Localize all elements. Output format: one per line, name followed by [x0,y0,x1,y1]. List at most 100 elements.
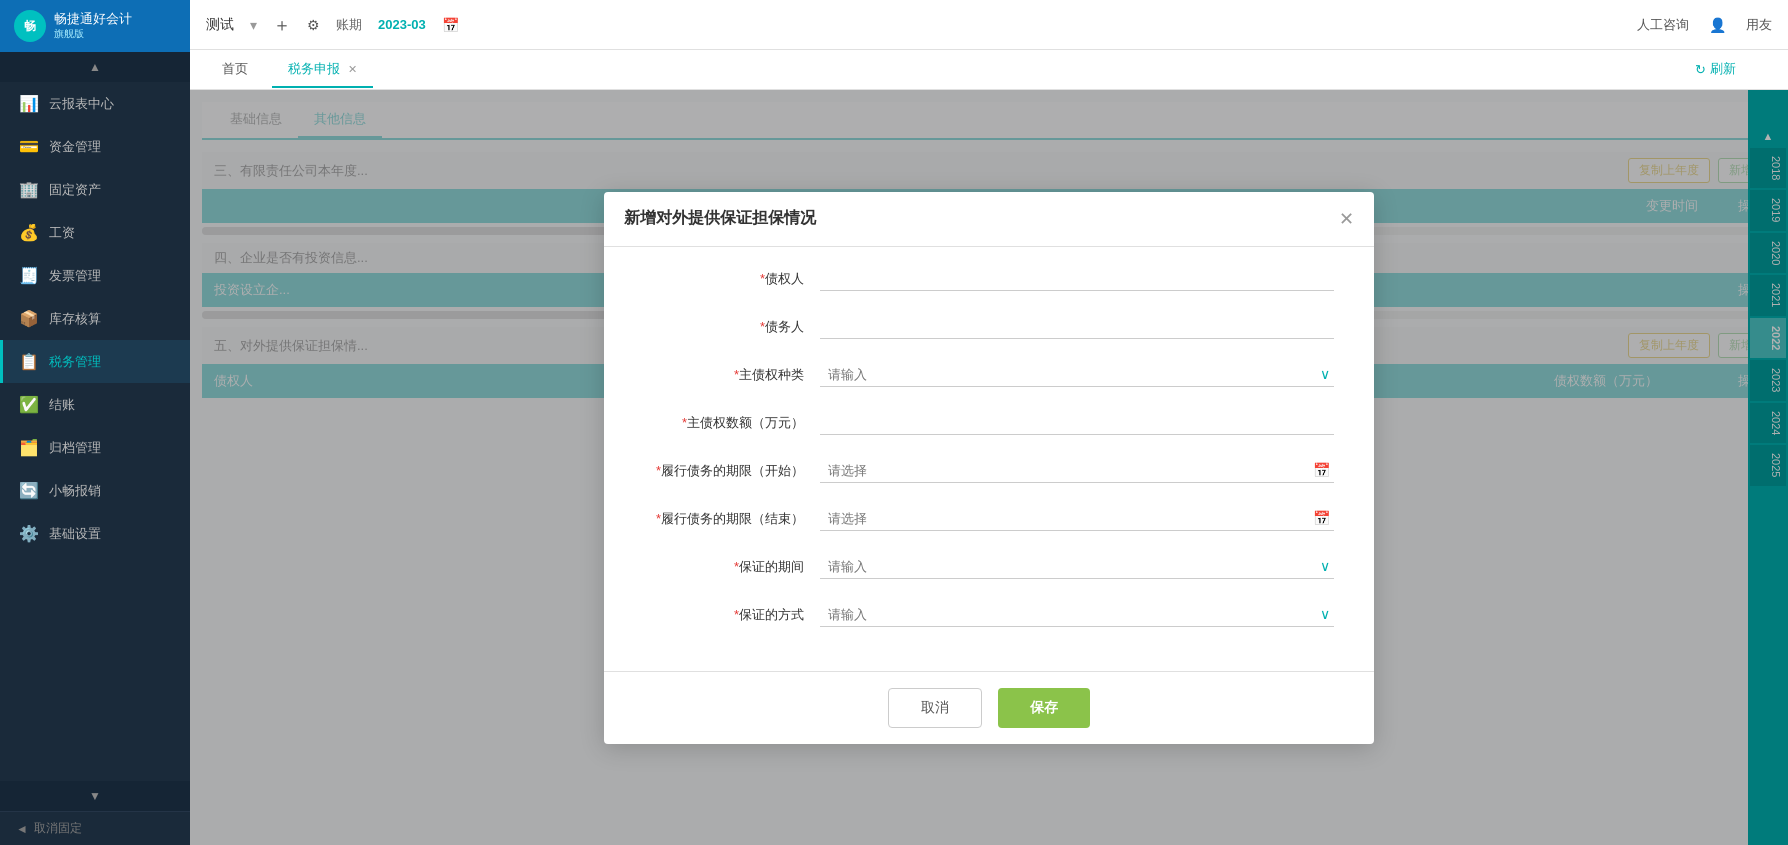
guidang-icon: 🗂️ [19,438,39,457]
sidebar-item-yunbaobiao[interactable]: 📊 云报表中心 [0,82,190,125]
form-row-start-date: *履行债务的期限（开始） 📅 [644,459,1334,483]
guarantee-period-select[interactable]: ∨ [820,555,1334,579]
form-row-guarantee-method: *保证的方式 ∨ [644,603,1334,627]
sidebar-item-label: 资金管理 [49,138,101,156]
debtor-input[interactable] [820,315,1334,339]
unpin-label: 取消固定 [34,820,82,837]
sidebar-scroll-down[interactable]: ▼ [0,781,190,811]
sidebar-item-label: 结账 [49,396,75,414]
sidebar-item-label: 工资 [49,224,75,242]
modal-overlay: 新增对外提供保证担保情况 ✕ *债权人 *债务人 [190,90,1788,845]
guarantee-period-label: *保证的期间 [644,558,804,576]
gudingzichan-icon: 🏢 [19,180,39,199]
sidebar-item-label: 基础设置 [49,525,101,543]
claim-type-select[interactable]: ∨ [820,363,1334,387]
logo-icon: 畅 [14,10,46,42]
sidebar-item-kucun[interactable]: 📦 库存核算 [0,297,190,340]
claim-type-chevron-icon[interactable]: ∨ [1320,366,1334,382]
claim-type-label: *主债权种类 [644,366,804,384]
sidebar-item-label: 发票管理 [49,267,101,285]
form-row-creditor: *债权人 [644,267,1334,291]
content-area: 基础信息 其他信息 三、有限责任公司本年度... 复制上年度 新增 变更时间 操… [190,90,1788,845]
unpin-icon: ◄ [16,822,28,836]
sidebar-item-fapiao[interactable]: 🧾 发票管理 [0,254,190,297]
shuiwu-icon: 📋 [19,352,39,371]
sidebar-logo: 畅 畅捷通好会计 旗舰版 [0,0,190,52]
gongzi-icon: 💰 [19,223,39,242]
creditor-label: *债权人 [644,270,804,288]
form-row-claim-amount: *主债权数额（万元） [644,411,1334,435]
gear-icon[interactable]: ⚙ [307,17,320,33]
sidebar-item-zijin[interactable]: 💳 资金管理 [0,125,190,168]
add-icon[interactable]: ＋ [273,13,291,37]
creditor-input[interactable] [820,267,1334,291]
modal-dialog: 新增对外提供保证担保情况 ✕ *债权人 *债务人 [604,192,1374,744]
tab-home[interactable]: 首页 [206,52,264,88]
start-date-calendar-icon[interactable]: 📅 [1313,462,1334,478]
sidebar-item-shuiwu[interactable]: 📋 税务管理 [0,340,190,383]
sidebar-item-gudingzichan[interactable]: 🏢 固定资产 [0,168,190,211]
start-date-picker[interactable]: 📅 [820,459,1334,483]
logo-badge: 旗舰版 [54,27,132,41]
jiezhang-icon: ✅ [19,395,39,414]
cancel-button[interactable]: 取消 [888,688,982,728]
end-date-input[interactable] [820,507,1313,530]
start-date-label: *履行债务的期限（开始） [644,462,804,480]
tab-shuiwushenji[interactable]: 税务申报 ✕ [272,52,373,88]
guarantee-period-input[interactable] [820,555,1320,578]
tab-close-icon[interactable]: ✕ [348,63,357,75]
modal-title: 新增对外提供保证担保情况 [624,208,816,229]
sidebar-item-label: 小畅报销 [49,482,101,500]
end-date-picker[interactable]: 📅 [820,507,1334,531]
end-date-label: *履行债务的期限（结束） [644,510,804,528]
refresh-button[interactable]: ↻ 刷新 [1695,60,1736,78]
claim-type-input[interactable] [820,363,1320,386]
debtor-label: *债务人 [644,318,804,336]
sidebar-item-gongzi[interactable]: 💰 工资 [0,211,190,254]
sidebar-scroll-up[interactable]: ▲ [0,52,190,82]
sidebar-nav: 📊 云报表中心 💳 资金管理 🏢 固定资产 💰 工资 🧾 发票管理 📦 库存核算… [0,82,190,781]
guarantee-method-select[interactable]: ∨ [820,603,1334,627]
guarantee-period-chevron-icon[interactable]: ∨ [1320,558,1334,574]
save-button[interactable]: 保存 [998,688,1090,728]
end-date-calendar-icon[interactable]: 📅 [1313,510,1334,526]
form-row-end-date: *履行债务的期限（结束） 📅 [644,507,1334,531]
logo-text: 畅捷通好会计 [54,11,132,27]
sidebar-item-label: 税务管理 [49,353,101,371]
fapiao-icon: 🧾 [19,266,39,285]
sidebar-item-xiaopaobao[interactable]: 🔄 小畅报销 [0,469,190,512]
sidebar-item-label: 归档管理 [49,439,101,457]
user-icon[interactable]: 👤 [1709,17,1726,33]
modal-close-button[interactable]: ✕ [1339,208,1354,230]
form-row-claim-type: *主债权种类 ∨ [644,363,1334,387]
jichushezhi-icon: ⚙️ [19,524,39,543]
period-value: 2023-03 [378,17,426,32]
claim-amount-label: *主债权数额（万元） [644,414,804,432]
claim-amount-input[interactable] [820,411,1334,435]
modal-footer: 取消 保存 [604,671,1374,744]
sidebar: 畅 畅捷通好会计 旗舰版 ▲ 📊 云报表中心 💳 资金管理 🏢 固定资产 💰 工… [0,0,190,845]
sidebar-item-jichushezhi[interactable]: ⚙️ 基础设置 [0,512,190,555]
modal-body: *债权人 *债务人 *主债权种类 [604,247,1374,671]
start-date-input[interactable] [820,459,1313,482]
guarantee-method-chevron-icon[interactable]: ∨ [1320,606,1334,622]
period-label: 账期 [336,16,362,34]
form-row-guarantee-period: *保证的期间 ∨ [644,555,1334,579]
sidebar-item-jiezhang[interactable]: ✅ 结账 [0,383,190,426]
sidebar-item-guidang[interactable]: 🗂️ 归档管理 [0,426,190,469]
guarantee-method-label: *保证的方式 [644,606,804,624]
dropdown-icon[interactable]: ▾ [250,17,257,33]
sidebar-item-label: 库存核算 [49,310,101,328]
kucun-icon: 📦 [19,309,39,328]
sidebar-item-label: 云报表中心 [49,95,114,113]
modal-header: 新增对外提供保证担保情况 ✕ [604,192,1374,247]
yunbaobiao-icon: 📊 [19,94,39,113]
guarantee-method-input[interactable] [820,603,1320,626]
main-area: 首页 税务申报 ✕ ↻ 刷新 基础信息 其他信息 三、有限责任公司本年度... … [190,50,1788,845]
zijin-icon: 💳 [19,137,39,156]
sidebar-bottom-toggle[interactable]: ◄ 取消固定 [0,811,190,845]
support-link[interactable]: 人工咨询 [1637,16,1689,34]
user-name[interactable]: 用友 [1746,16,1772,34]
refresh-icon: ↻ [1695,62,1706,77]
calendar-icon[interactable]: 📅 [442,17,459,33]
